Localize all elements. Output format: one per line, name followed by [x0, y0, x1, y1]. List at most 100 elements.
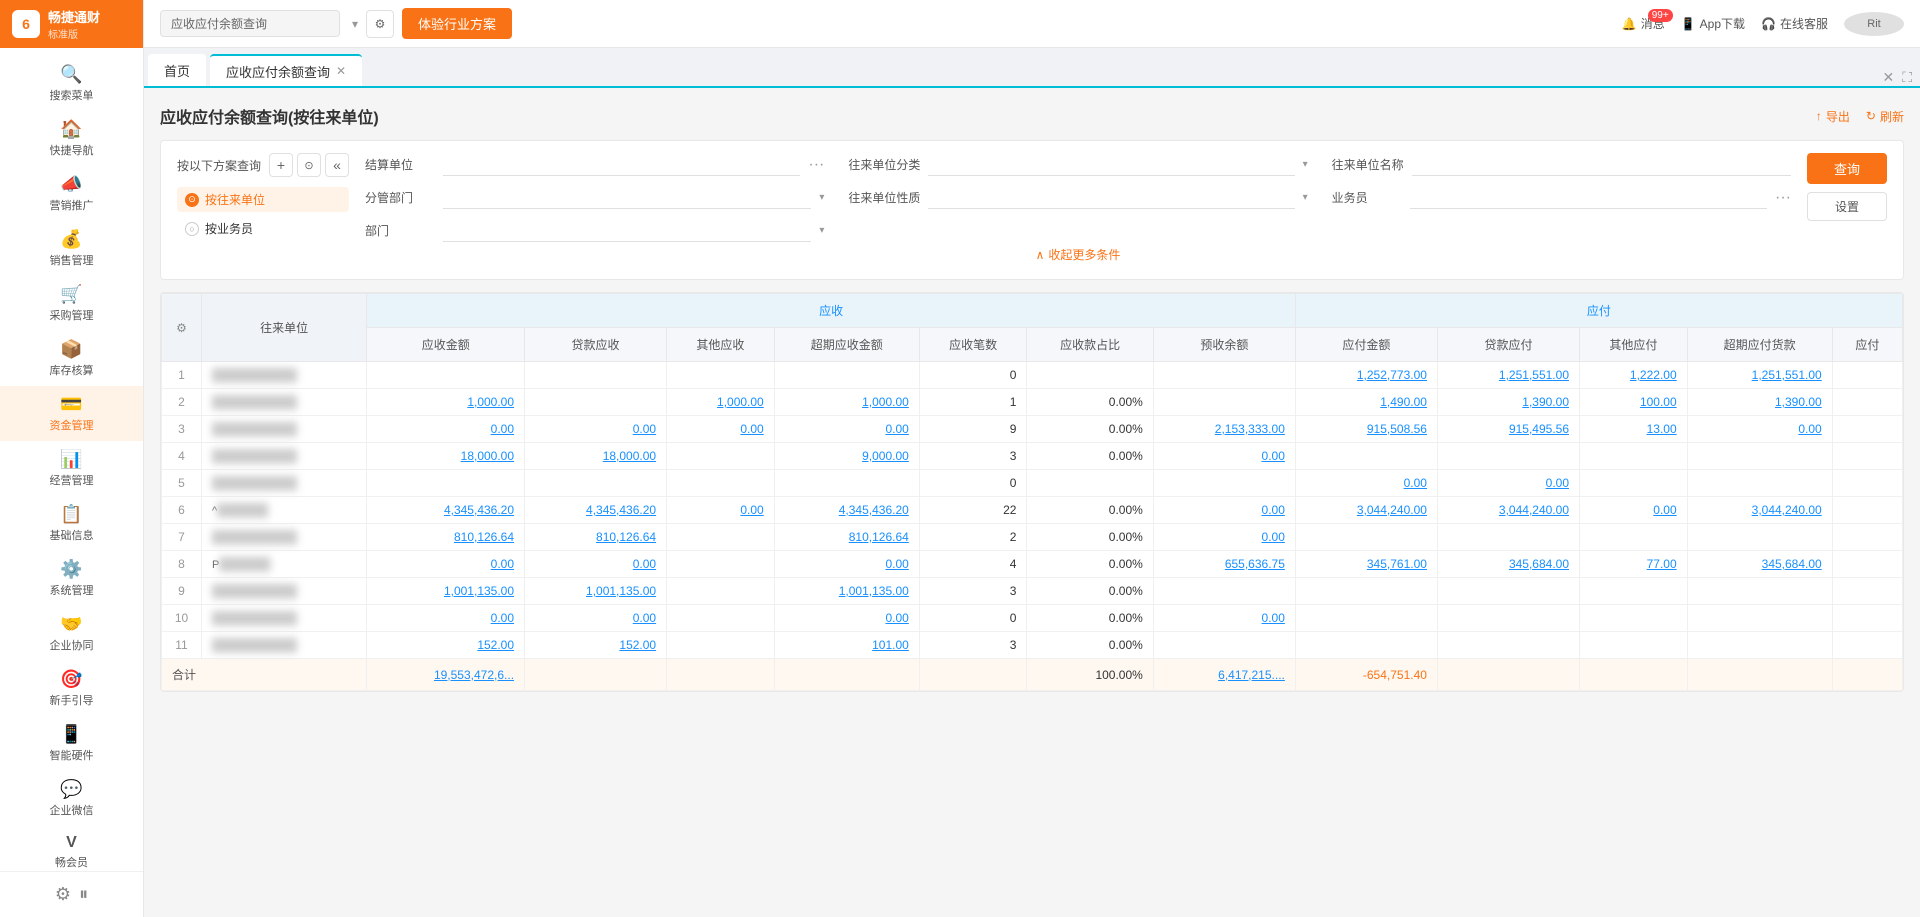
online-service-btn[interactable]: 🎧 在线客服	[1761, 15, 1828, 32]
sidebar-item-sales[interactable]: 💰 销售管理	[0, 221, 143, 276]
edit-scheme-btn[interactable]: ⊙	[297, 153, 321, 177]
tab-arquery[interactable]: 应收应付余额查询 ✕	[210, 54, 362, 86]
cell-prepay_balance[interactable]: 0.00	[1153, 443, 1295, 470]
cell-overdue_recv[interactable]: 810,126.64	[774, 524, 919, 551]
cell-overdue_pay[interactable]: 1,390.00	[1687, 389, 1832, 416]
settings-gear-btn[interactable]: ⚙	[366, 10, 394, 38]
collapse-more-btn[interactable]: ∧ 收起更多条件	[365, 242, 1791, 267]
cell-ar_amount[interactable]: 4,345,436.20	[367, 497, 525, 524]
cell-ar_amount[interactable]: 0.00	[367, 551, 525, 578]
cell-loan_recv[interactable]: 18,000.00	[525, 443, 667, 470]
breadcrumb-chevron-icon[interactable]: ▾	[352, 17, 358, 31]
breadcrumb[interactable]: 应收应付余额查询	[160, 10, 340, 37]
sidebar-item-base[interactable]: 📋 基础信息	[0, 496, 143, 551]
table-settings-gear-icon[interactable]: ⚙	[176, 321, 187, 335]
tab-maximize-icon[interactable]: ⛶	[1902, 69, 1912, 86]
sidebar-item-operation[interactable]: 📊 经营管理	[0, 441, 143, 496]
cell-prepay_balance[interactable]: 0.00	[1153, 524, 1295, 551]
cell-other_pay[interactable]: 100.00	[1580, 389, 1688, 416]
tab-home[interactable]: 首页	[148, 54, 206, 86]
cell-ap_amount[interactable]: 1,490.00	[1295, 389, 1437, 416]
cell-overdue_pay[interactable]: 3,044,240.00	[1687, 497, 1832, 524]
sidebar-item-purchase[interactable]: 🛒 采购管理	[0, 276, 143, 331]
cell-prepay_balance[interactable]: 655,636.75	[1153, 551, 1295, 578]
setting-button[interactable]: 设置	[1807, 192, 1887, 221]
export-button[interactable]: ↑ 导出	[1816, 108, 1850, 125]
dept-select[interactable]	[443, 219, 811, 242]
cell-loan_pay[interactable]: 915,495.56	[1437, 416, 1579, 443]
cell-overdue_recv[interactable]: 1,001,135.00	[774, 578, 919, 605]
cell-other_pay[interactable]: 77.00	[1580, 551, 1688, 578]
cell-overdue_pay[interactable]: 0.00	[1687, 416, 1832, 443]
partner-nature-select[interactable]	[928, 186, 1294, 209]
user-avatar[interactable]: Rit	[1844, 12, 1904, 36]
cell-ar_amount[interactable]: 1,001,135.00	[367, 578, 525, 605]
sidebar-item-wechat[interactable]: 💬 企业微信	[0, 771, 143, 826]
promo-button[interactable]: 体验行业方案	[402, 8, 512, 39]
th-settings[interactable]: ⚙	[162, 294, 202, 362]
cell-prepay_balance[interactable]: 0.00	[1153, 605, 1295, 632]
cell-ap_amount[interactable]: 915,508.56	[1295, 416, 1437, 443]
cell-ap_amount[interactable]: 1,252,773.00	[1295, 362, 1437, 389]
cell-ar_amount[interactable]: 0.00	[367, 605, 525, 632]
cell-overdue_pay[interactable]: 345,684.00	[1687, 551, 1832, 578]
refresh-button[interactable]: ↻ 刷新	[1866, 108, 1904, 125]
more-scheme-btn[interactable]: «	[325, 153, 349, 177]
query-button[interactable]: 查询	[1807, 153, 1887, 184]
sidebar-item-quicknav[interactable]: 🏠 快捷导航	[0, 111, 143, 166]
sidebar-item-marketing[interactable]: 📣 营销推广	[0, 166, 143, 221]
cell-loan_pay[interactable]: 1,390.00	[1437, 389, 1579, 416]
cell-prepay_balance[interactable]: 0.00	[1153, 497, 1295, 524]
partner-name-input[interactable]	[1412, 153, 1791, 176]
filter-nav-by-partner[interactable]: ⊙ 按往来单位	[177, 187, 349, 212]
cell-ar_amount[interactable]: 1,000.00	[367, 389, 525, 416]
sidebar-item-member[interactable]: V 畅会员	[0, 826, 143, 871]
cell-loan_pay[interactable]: 1,251,551.00	[1437, 362, 1579, 389]
footer-prepay-balance[interactable]: 6,417,215....	[1153, 659, 1295, 691]
partner-category-select[interactable]	[928, 153, 1294, 176]
cell-other_recv[interactable]: 0.00	[667, 497, 775, 524]
cell-ar_amount[interactable]: 152.00	[367, 632, 525, 659]
cell-overdue_recv[interactable]: 1,000.00	[774, 389, 919, 416]
cell-ar_amount[interactable]: 810,126.64	[367, 524, 525, 551]
sidebar-item-search[interactable]: 🔍 搜索菜单	[0, 56, 143, 111]
dept-manage-select[interactable]	[443, 186, 811, 209]
sidebar-item-inventory[interactable]: 📦 库存核算	[0, 331, 143, 386]
cell-loan_pay[interactable]: 3,044,240.00	[1437, 497, 1579, 524]
cell-loan_recv[interactable]: 0.00	[525, 605, 667, 632]
cell-loan_recv[interactable]: 0.00	[525, 416, 667, 443]
settings-footer-btn[interactable]: ⚙	[55, 884, 71, 905]
tab-close-all-icon[interactable]: ✕	[1882, 69, 1894, 86]
filter-nav-by-staff[interactable]: ○ 按业务员	[177, 216, 349, 241]
settlement-unit-input[interactable]	[443, 153, 800, 176]
cell-overdue_recv[interactable]: 9,000.00	[774, 443, 919, 470]
cell-loan_recv[interactable]: 810,126.64	[525, 524, 667, 551]
cell-loan_recv[interactable]: 1,001,135.00	[525, 578, 667, 605]
sidebar-item-finance[interactable]: 💳 资金管理	[0, 386, 143, 441]
cell-overdue_pay[interactable]: 1,251,551.00	[1687, 362, 1832, 389]
cell-loan_recv[interactable]: 152.00	[525, 632, 667, 659]
cell-other_recv[interactable]: 0.00	[667, 416, 775, 443]
cell-overdue_recv[interactable]: 0.00	[774, 551, 919, 578]
sidebar-item-system[interactable]: ⚙️ 系统管理	[0, 551, 143, 606]
cell-loan_pay[interactable]: 345,684.00	[1437, 551, 1579, 578]
salesperson-input[interactable]	[1410, 186, 1767, 209]
dots-icon2[interactable]: ···	[1775, 189, 1791, 207]
cell-prepay_balance[interactable]: 2,153,333.00	[1153, 416, 1295, 443]
cell-other_pay[interactable]: 1,222.00	[1580, 362, 1688, 389]
message-btn[interactable]: 🔔 消息 99+	[1622, 15, 1665, 32]
tab-close-icon[interactable]: ✕	[336, 64, 346, 78]
dots-icon[interactable]: ···	[808, 156, 824, 174]
cell-loan_pay[interactable]: 0.00	[1437, 470, 1579, 497]
cell-loan_recv[interactable]: 4,345,436.20	[525, 497, 667, 524]
cell-overdue_recv[interactable]: 0.00	[774, 416, 919, 443]
cell-overdue_recv[interactable]: 0.00	[774, 605, 919, 632]
cell-overdue_recv[interactable]: 4,345,436.20	[774, 497, 919, 524]
cell-other_recv[interactable]: 1,000.00	[667, 389, 775, 416]
footer-ar-amount[interactable]: 19,553,472,6...	[367, 659, 525, 691]
cell-ap_amount[interactable]: 0.00	[1295, 470, 1437, 497]
cell-ar_amount[interactable]: 0.00	[367, 416, 525, 443]
sidebar-item-collab[interactable]: 🤝 企业协同	[0, 606, 143, 661]
cell-other_pay[interactable]: 13.00	[1580, 416, 1688, 443]
cell-ar_amount[interactable]: 18,000.00	[367, 443, 525, 470]
